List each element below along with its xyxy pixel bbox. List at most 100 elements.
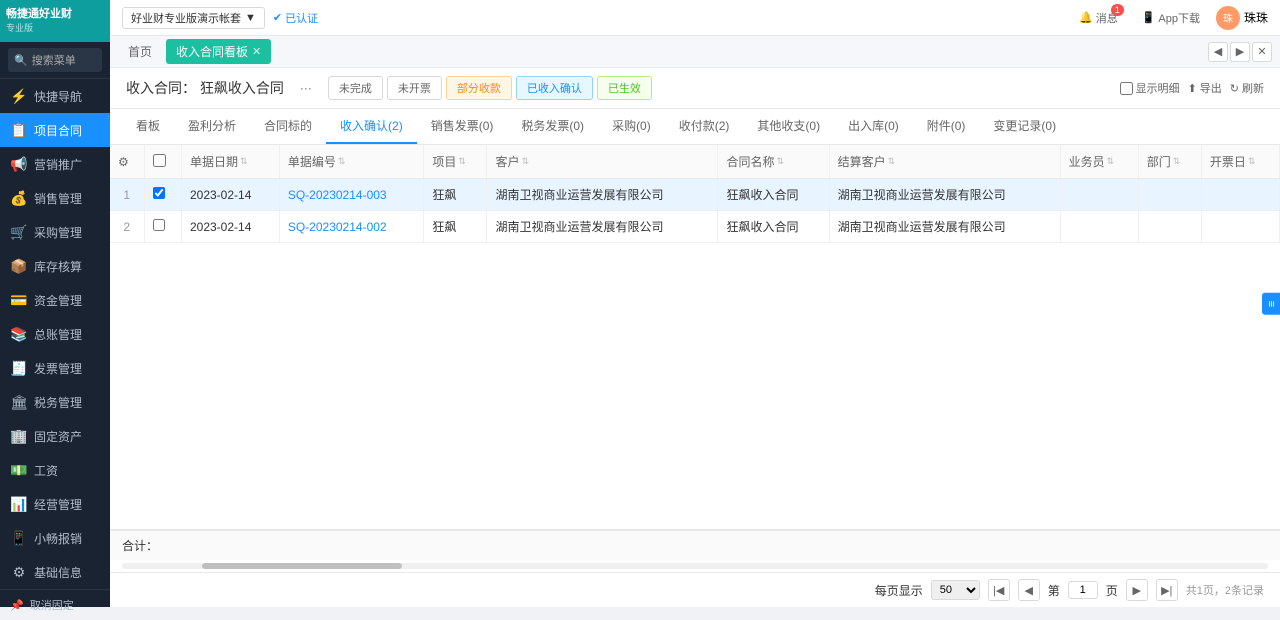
row-checkbox-cell[interactable]	[144, 179, 181, 211]
total-info: 共1页，2条记录	[1186, 582, 1264, 598]
col-open_date[interactable]: 开票日⇅	[1201, 145, 1279, 179]
prev-page-button[interactable]: ◀	[1018, 579, 1040, 601]
company-selector[interactable]: 好业财专业版演示帐套 ▼	[122, 7, 265, 29]
tabs-nav: 看板盈利分析合同标的收入确认(2)销售发票(0)税务发票(0)采购(0)收付款(…	[110, 109, 1280, 145]
page-input[interactable]	[1068, 581, 1098, 599]
show-detail-checkbox[interactable]	[1120, 82, 1133, 95]
refresh-button[interactable]: ↻ 刷新	[1230, 80, 1264, 96]
row-cell: 狂飙收入合同	[718, 211, 829, 243]
sidebar-item-jingying[interactable]: 📊经营管理	[0, 487, 110, 521]
sidebar-item-kucun[interactable]: 📦库存核算	[0, 249, 110, 283]
document-link[interactable]: SQ-20230214-003	[288, 188, 387, 202]
more-options-button[interactable]: ···	[294, 79, 318, 97]
row-select-checkbox[interactable]	[153, 219, 165, 231]
row-number-link[interactable]: SQ-20230214-002	[279, 211, 424, 243]
next-tab-button[interactable]: ▶	[1230, 42, 1250, 62]
xiangmu-icon: 📋	[10, 121, 28, 139]
row-select-checkbox[interactable]	[153, 187, 165, 199]
col-department[interactable]: 部门⇅	[1138, 145, 1201, 179]
export-button[interactable]: ⬆ 导出	[1188, 80, 1222, 96]
xiaocheng-icon: 📱	[10, 529, 28, 547]
col-settings: ⚙	[110, 145, 144, 179]
row-number: 1	[110, 179, 144, 211]
sidebar-search-area: 🔍 搜索菜单	[0, 42, 110, 79]
row-number: 2	[110, 211, 144, 243]
sidebar-item-caigou[interactable]: 🛒采购管理	[0, 215, 110, 249]
row-cell	[1201, 211, 1279, 243]
first-page-button[interactable]: |◀	[988, 579, 1010, 601]
status-btn-yishengxiao[interactable]: 已生效	[597, 76, 652, 100]
tab-lirun[interactable]: 盈利分析	[174, 109, 250, 144]
col-date[interactable]: 单据日期⇅	[181, 145, 279, 179]
bell-icon: 🔔	[1079, 11, 1093, 24]
close-tab-button[interactable]: ✕	[1252, 42, 1272, 62]
table-settings-icon[interactable]: ⚙	[118, 155, 129, 169]
status-btn-weiwancheng[interactable]: 未完成	[328, 76, 383, 100]
sidebar-item-fapiao[interactable]: 🧾发票管理	[0, 351, 110, 385]
tab-close-icon[interactable]: ✕	[252, 45, 261, 58]
jichu-icon: ⚙	[10, 563, 28, 581]
tab-shouru-kanban[interactable]: 收入合同看板 ✕	[166, 39, 271, 64]
sidebar-item-zijin[interactable]: 💳资金管理	[0, 283, 110, 317]
row-number-link[interactable]: SQ-20230214-003	[279, 179, 424, 211]
message-badge: 1	[1111, 4, 1124, 16]
logo-text: 畅捷通好业财	[6, 8, 72, 21]
row-checkbox-cell[interactable]	[144, 211, 181, 243]
show-detail-checkbox-area[interactable]: 显示明细	[1120, 80, 1180, 96]
table-row[interactable]: 12023-02-14SQ-20230214-003狂飙湖南卫视商业运营发展有限…	[110, 179, 1280, 211]
col-contract_name[interactable]: 合同名称⇅	[718, 145, 829, 179]
sidebar-item-xiaoshou[interactable]: 💰销售管理	[0, 181, 110, 215]
sidebar-item-jichu[interactable]: ⚙基础信息	[0, 555, 110, 589]
sidebar-item-xiangmu[interactable]: 📋项目合同	[0, 113, 110, 147]
topbar: 好业财专业版演示帐套 ▼ ✔ 已认证 🔔 消息 1 📱 App下载 珠 珠珠	[110, 0, 1280, 36]
row-cell	[1060, 211, 1138, 243]
kucun-icon: 📦	[10, 257, 28, 275]
horizontal-scrollbar[interactable]	[110, 560, 1280, 572]
status-btn-bushoukuan[interactable]: 部分收款	[446, 76, 512, 100]
message-button[interactable]: 🔔 消息 1	[1079, 10, 1118, 26]
tab-fujian[interactable]: 附件(0)	[913, 109, 980, 144]
sidebar-item-yingxiao[interactable]: 📢营销推广	[0, 147, 110, 181]
tab-xiaoshou_fapiao[interactable]: 销售发票(0)	[417, 109, 508, 144]
row-cell: 湖南卫视商业运营发展有限公司	[487, 211, 718, 243]
col-salesperson[interactable]: 业务员⇅	[1060, 145, 1138, 179]
next-page-button[interactable]: ▶	[1126, 579, 1148, 601]
scroll-thumb[interactable]	[202, 563, 402, 569]
tab-nav-arrows: ◀ ▶ ✕	[1208, 42, 1272, 62]
tab-qita_shoukuan[interactable]: 其他收支(0)	[743, 109, 834, 144]
search-menu-button[interactable]: 🔍 搜索菜单	[8, 48, 102, 72]
col-jiesuan_customer[interactable]: 结算客户⇅	[829, 145, 1060, 179]
prev-tab-button[interactable]: ◀	[1208, 42, 1228, 62]
sidebar-item-xiaocheng[interactable]: 📱小畅报销	[0, 521, 110, 555]
sidebar-item-gongzi[interactable]: 💵工资	[0, 453, 110, 487]
document-link[interactable]: SQ-20230214-002	[288, 220, 387, 234]
tab-shuiwu_fapiao[interactable]: 税务发票(0)	[507, 109, 598, 144]
col-customer[interactable]: 客户⇅	[487, 145, 718, 179]
last-page-button[interactable]: ▶|	[1156, 579, 1178, 601]
select-all-checkbox[interactable]	[153, 154, 166, 167]
tab-biangeng[interactable]: 变更记录(0)	[979, 109, 1070, 144]
table-row[interactable]: 22023-02-14SQ-20230214-002狂飙湖南卫视商业运营发展有限…	[110, 211, 1280, 243]
page-size-select[interactable]: 50 100 200	[931, 580, 980, 600]
status-btn-weikailiao[interactable]: 未开票	[387, 76, 442, 100]
page-label: 页	[1106, 582, 1118, 599]
sidebar-item-shuiwu[interactable]: 🏛税务管理	[0, 385, 110, 419]
tab-caigou_tab[interactable]: 采购(0)	[598, 109, 665, 144]
tab-hetiaode[interactable]: 合同标的	[250, 109, 326, 144]
right-panel-toggle[interactable]: ≡	[1262, 292, 1280, 314]
status-btn-yiqueren[interactable]: 已收入确认	[516, 76, 593, 100]
col-project[interactable]: 项目⇅	[424, 145, 487, 179]
app-download-button[interactable]: 📱 App下载	[1142, 10, 1200, 26]
sidebar-item-kuaijie[interactable]: ⚡快捷导航	[0, 79, 110, 113]
col-number[interactable]: 单据编号⇅	[279, 145, 424, 179]
tab-home[interactable]: 首页	[118, 39, 162, 64]
tab-shoukuan[interactable]: 收付款(2)	[665, 109, 744, 144]
tab-kanban[interactable]: 看板	[122, 109, 174, 144]
summary-label: 合计：	[122, 537, 158, 554]
sidebar-item-gudingzichan[interactable]: 🏢固定资产	[0, 419, 110, 453]
sidebar-item-zongzhang[interactable]: 📚总账管理	[0, 317, 110, 351]
tab-shouru_confirm[interactable]: 收入确认(2)	[326, 109, 417, 144]
user-avatar-button[interactable]: 珠 珠珠	[1216, 6, 1268, 30]
tab-churu_ku[interactable]: 出入库(0)	[834, 109, 913, 144]
sidebar-footer-cancel-pin[interactable]: 📌 取消固定	[0, 590, 110, 620]
